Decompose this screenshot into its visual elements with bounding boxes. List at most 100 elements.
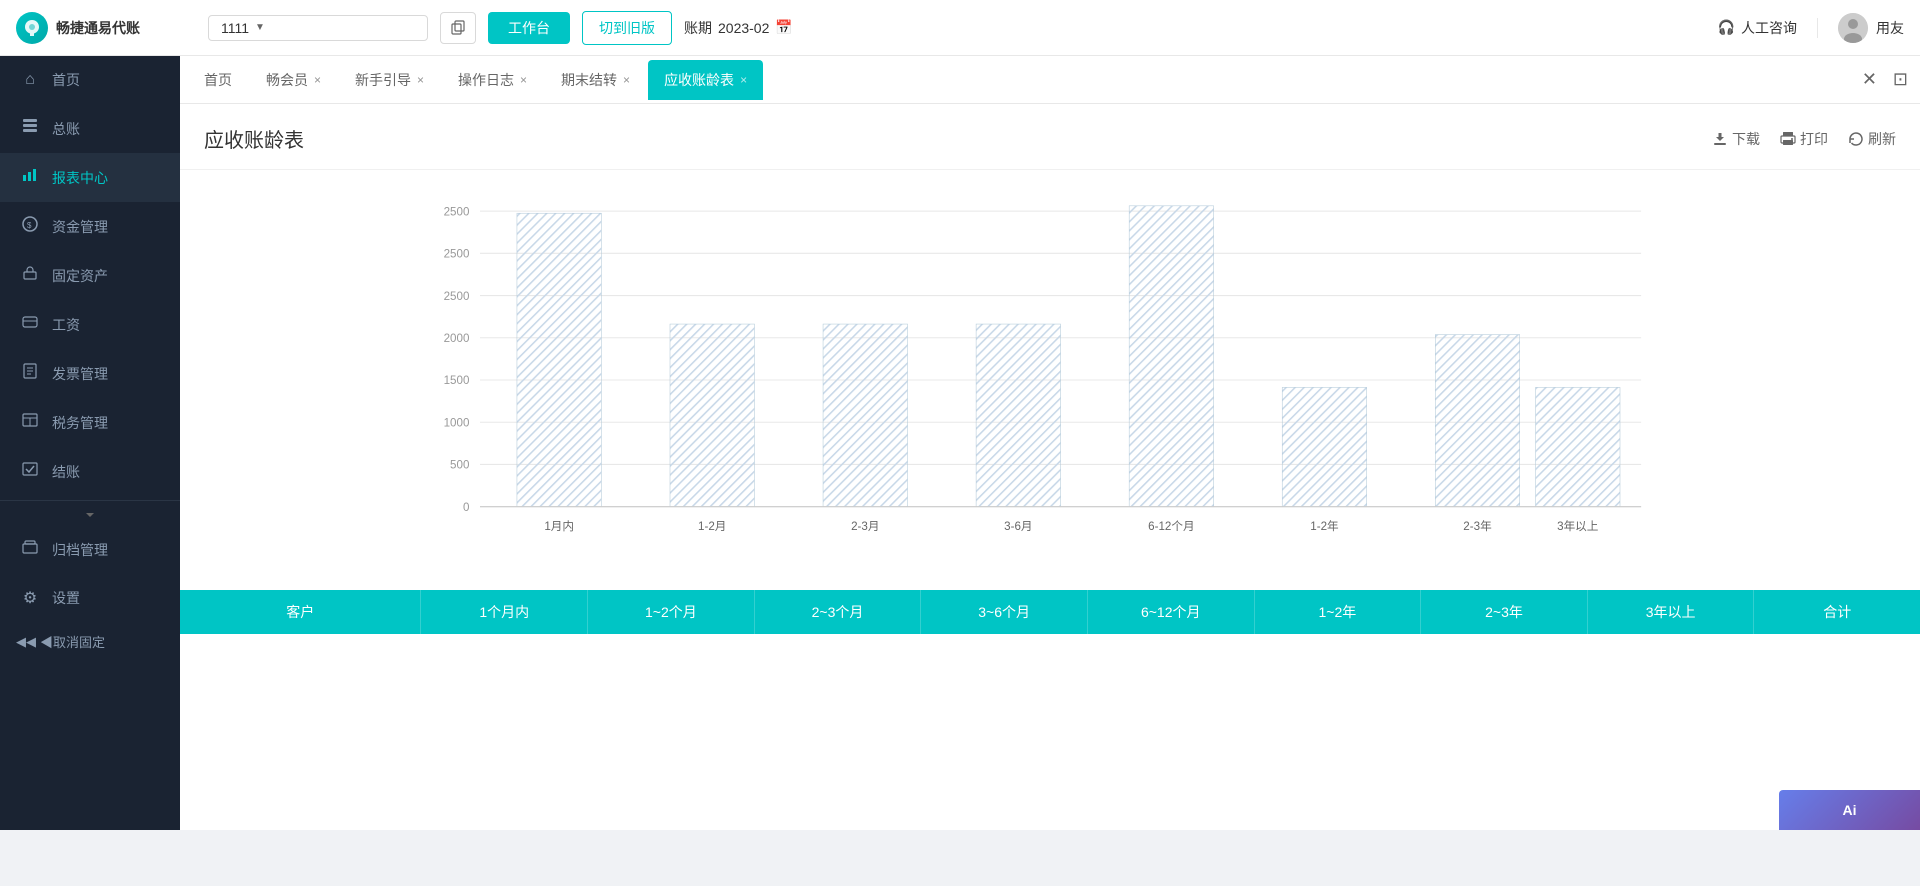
- print-icon: [1780, 131, 1796, 147]
- reports-icon: [20, 167, 40, 188]
- print-label: 打印: [1800, 129, 1828, 149]
- sidebar-item-label: 总账: [52, 119, 80, 139]
- sidebar-item-assets[interactable]: 固定资产: [0, 251, 180, 300]
- page-actions: 下载 打印 刷新: [1712, 129, 1896, 149]
- download-icon: [1712, 131, 1728, 147]
- sidebar-item-label: 工资: [52, 315, 80, 335]
- svg-text:6-12个月: 6-12个月: [1148, 520, 1194, 533]
- scroll-down-icon: [84, 509, 96, 521]
- svg-text:3-6月: 3-6月: [1004, 520, 1032, 533]
- username: 用友: [1876, 18, 1904, 38]
- sidebar-item-label: 发票管理: [52, 364, 108, 384]
- main-content: 首页 畅会员 × 新手引导 × 操作日志 × 期末结转 × 应收账龄表 × ✕ …: [180, 56, 1920, 830]
- sidebar-item-label: 结账: [52, 462, 80, 482]
- sidebar-item-funds[interactable]: $ 资金管理: [0, 202, 180, 251]
- bar-1-2年[interactable]: [1282, 387, 1366, 506]
- archive-icon: [20, 539, 40, 560]
- company-name: 1111: [221, 20, 249, 36]
- th-3-6month: 3~6个月: [921, 590, 1088, 634]
- th-1month: 1个月内: [421, 590, 588, 634]
- expand-window-button[interactable]: ⊡: [1889, 65, 1912, 94]
- bar-chart: 2500 2500 2500 2000 1500 1000 500 0: [204, 190, 1896, 570]
- switch-old-button[interactable]: 切到旧版: [582, 11, 672, 45]
- workbench-button[interactable]: 工作台: [488, 12, 570, 44]
- th-1-2month: 1~2个月: [588, 590, 755, 634]
- tab-label: 应收账龄表: [664, 70, 734, 90]
- tab-close-guide[interactable]: ×: [417, 73, 424, 87]
- sidebar-item-settings[interactable]: ⚙ 设置: [0, 574, 180, 622]
- th-6-12month: 6~12个月: [1088, 590, 1255, 634]
- sidebar-item-tax[interactable]: 税务管理: [0, 398, 180, 447]
- cancel-fixed-button[interactable]: ◀◀ ◀取消固定: [0, 622, 180, 661]
- svg-text:3年以上: 3年以上: [1557, 519, 1599, 533]
- logo-icon: [16, 12, 48, 44]
- sidebar-item-home[interactable]: ⌂ 首页: [0, 56, 180, 104]
- bar-6-12月[interactable]: [1129, 206, 1213, 507]
- print-button[interactable]: 打印: [1780, 129, 1828, 149]
- sidebar-item-label: 归档管理: [52, 540, 108, 560]
- headset-icon: 🎧: [1718, 19, 1735, 36]
- tab-oplog[interactable]: 操作日志 ×: [442, 60, 543, 100]
- company-selector[interactable]: 1111 ▼: [208, 15, 428, 41]
- sidebar-item-ledger[interactable]: 总账: [0, 104, 180, 153]
- page-inner: 应收账龄表 下载 打印 刷新: [180, 104, 1920, 830]
- user-area[interactable]: 用友: [1838, 13, 1904, 43]
- tab-home[interactable]: 首页: [188, 60, 248, 100]
- svg-text:1-2年: 1-2年: [1310, 519, 1339, 533]
- svg-text:0: 0: [463, 501, 469, 514]
- close-window-button[interactable]: ✕: [1858, 65, 1881, 94]
- funds-icon: $: [20, 216, 40, 237]
- sidebar-item-label: 固定资产: [52, 266, 108, 286]
- page-title: 应收账龄表: [204, 124, 304, 153]
- tab-guide[interactable]: 新手引导 ×: [339, 60, 440, 100]
- tab-araging[interactable]: 应收账龄表 ×: [648, 60, 763, 100]
- cancel-fixed-icon: ◀◀: [16, 634, 36, 650]
- sidebar-item-settle[interactable]: 结账: [0, 447, 180, 496]
- svg-text:2000: 2000: [444, 332, 470, 345]
- logo-text: 畅捷通易代账: [56, 18, 140, 38]
- bar-2-3月[interactable]: [823, 324, 907, 507]
- tab-yearend[interactable]: 期末结转 ×: [545, 60, 646, 100]
- svg-text:2500: 2500: [444, 205, 470, 218]
- bar-2-3年[interactable]: [1435, 335, 1519, 507]
- svg-text:2-3年: 2-3年: [1463, 519, 1492, 533]
- sidebar-item-salary[interactable]: 工资: [0, 300, 180, 349]
- refresh-button[interactable]: 刷新: [1848, 129, 1896, 149]
- sidebar-item-reports[interactable]: 报表中心: [0, 153, 180, 202]
- logo-area: 畅捷通易代账: [16, 12, 196, 44]
- tab-member[interactable]: 畅会员 ×: [250, 60, 337, 100]
- chart-container: 2500 2500 2500 2000 1500 1000 500 0: [180, 170, 1920, 590]
- copy-button[interactable]: [440, 12, 476, 44]
- tax-icon: [20, 412, 40, 433]
- bar-1-2月[interactable]: [670, 324, 754, 507]
- sidebar-item-label: 设置: [52, 588, 80, 608]
- calendar-icon[interactable]: 📅: [775, 19, 792, 36]
- bar-3年以上[interactable]: [1536, 387, 1620, 506]
- tab-close-araging[interactable]: ×: [740, 73, 747, 87]
- th-total: 合计: [1754, 590, 1920, 634]
- bar-3-6月[interactable]: [976, 324, 1060, 507]
- tab-close-member[interactable]: ×: [314, 73, 321, 87]
- invoice-icon: [20, 363, 40, 384]
- bar-1月内[interactable]: [517, 213, 601, 506]
- table-header: 客户 1个月内 1~2个月 2~3个月 3~6个月 6~12个月 1~2年 2~…: [180, 590, 1920, 634]
- ai-badge[interactable]: Ai: [1779, 790, 1920, 830]
- tab-close-oplog[interactable]: ×: [520, 73, 527, 87]
- chevron-down-icon: ▼: [255, 22, 265, 33]
- svg-text:2500: 2500: [444, 248, 470, 261]
- period-label: 账期: [684, 18, 712, 38]
- sidebar-item-invoice[interactable]: 发票管理: [0, 349, 180, 398]
- svg-text:1-2月: 1-2月: [698, 520, 726, 533]
- sidebar-item-label: 首页: [52, 70, 80, 90]
- sidebar-item-archive[interactable]: 归档管理: [0, 525, 180, 574]
- tab-close-yearend[interactable]: ×: [623, 73, 630, 87]
- salary-icon: [20, 314, 40, 335]
- period-value: 2023-02: [718, 20, 769, 36]
- consult-area[interactable]: 🎧 人工咨询: [1718, 18, 1797, 38]
- header-right: 🎧 人工咨询 用友: [1718, 13, 1904, 43]
- tab-label: 畅会员: [266, 70, 308, 90]
- download-button[interactable]: 下载: [1712, 129, 1760, 149]
- settle-icon: [20, 461, 40, 482]
- ledger-icon: [20, 118, 40, 139]
- sidebar-item-label: 资金管理: [52, 217, 108, 237]
